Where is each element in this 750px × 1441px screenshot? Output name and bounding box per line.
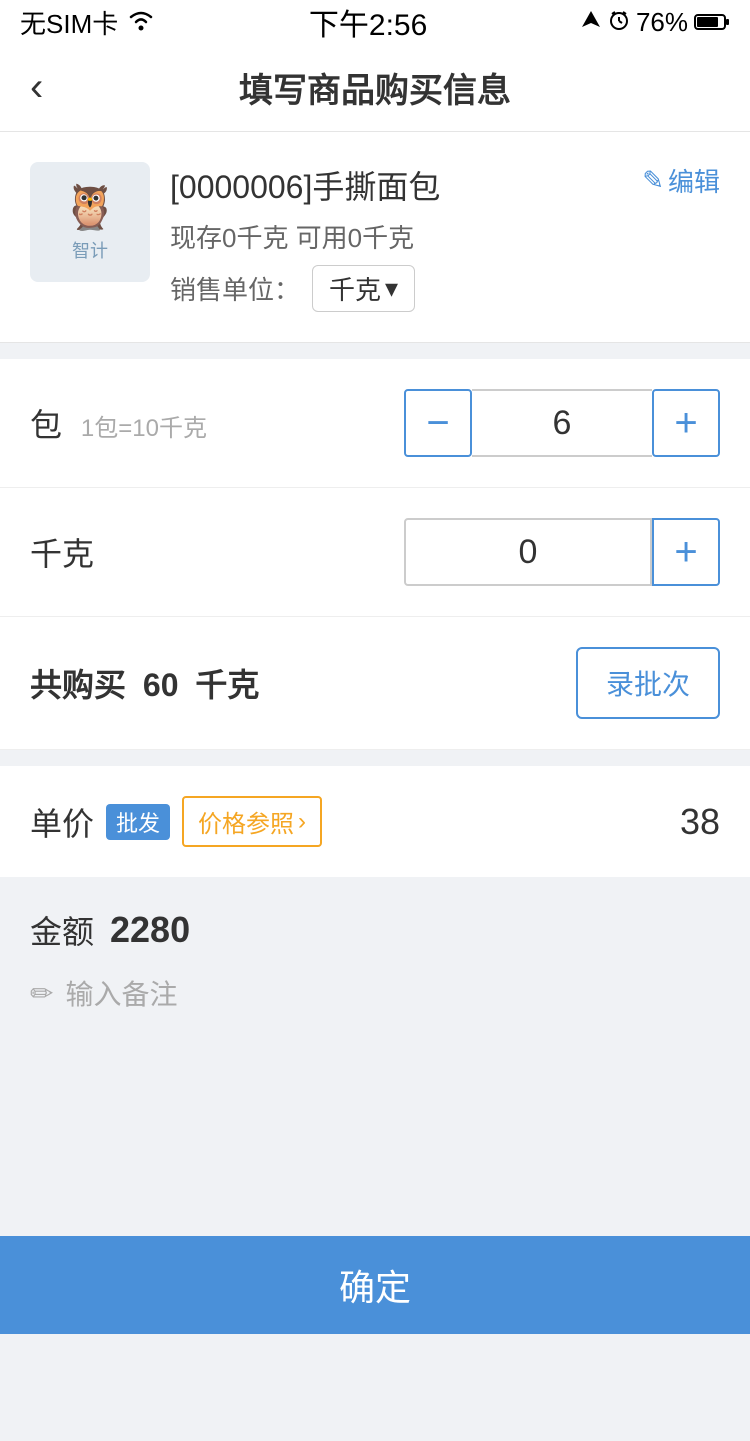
kg-label: 千克 — [30, 529, 404, 575]
kg-input-row: 千克 + — [0, 488, 750, 617]
battery-percent: 76% — [636, 7, 688, 38]
wifi-icon — [126, 7, 156, 38]
price-ref-button[interactable]: 价格参照 › — [182, 796, 322, 847]
remark-text: 输入备注 — [65, 973, 177, 1013]
product-info: [0000006]手撕面包 ✎ 编辑 现存0千克 可用0千克 销售单位： 千克 … — [170, 162, 720, 312]
status-time: 下午2:56 — [309, 0, 427, 44]
product-name-row: [0000006]手撕面包 ✎ 编辑 — [170, 162, 720, 208]
price-label: 单价 — [30, 799, 94, 845]
bag-stepper: − + — [404, 389, 720, 457]
price-label-row: 单价 批发 价格参照 › — [30, 796, 322, 847]
amount-row: 金额 2280 — [30, 907, 720, 973]
status-bar: 无SIM卡 下午2:56 — [0, 0, 750, 44]
remark-icon: ✏ — [30, 977, 53, 1010]
amount-label: 金额 — [30, 907, 94, 953]
amount-value: 2280 — [110, 909, 190, 951]
divider-2 — [0, 750, 750, 766]
kg-stepper: + — [404, 518, 720, 586]
bag-increment-button[interactable]: + — [652, 389, 720, 457]
unit-value: 千克 — [329, 270, 381, 307]
status-right: 76% — [580, 7, 730, 38]
bag-input[interactable] — [472, 389, 652, 457]
product-card: 🦉 智计 [0000006]手撕面包 ✎ 编辑 现存0千克 可用0千克 销售单位… — [0, 132, 750, 343]
price-value: 38 — [680, 801, 720, 843]
remark-row[interactable]: ✏ 输入备注 — [30, 973, 720, 1043]
alarm-icon — [608, 7, 630, 38]
price-ref-arrow-icon: › — [298, 808, 306, 836]
total-row: 共购买 60 千克 录批次 — [0, 617, 750, 750]
status-left: 无SIM卡 — [20, 4, 156, 41]
bag-label: 包 1包=10千克 — [30, 400, 404, 446]
page-title: 填写商品购买信息 — [239, 63, 511, 112]
unit-label: 销售单位： — [170, 270, 300, 307]
product-unit-row: 销售单位： 千克 ▾ — [170, 265, 720, 312]
product-thumbnail: 🦉 智计 — [30, 162, 150, 282]
bag-decrement-button[interactable]: − — [404, 389, 472, 457]
input-section: 包 1包=10千克 − + 千克 + — [0, 359, 750, 617]
price-badge: 批发 — [106, 804, 170, 840]
unit-selector[interactable]: 千克 ▾ — [312, 265, 415, 312]
back-button[interactable]: ‹ — [30, 65, 43, 110]
carrier-text: 无SIM卡 — [20, 4, 118, 41]
thumb-label: 智计 — [72, 237, 108, 263]
divider-1 — [0, 343, 750, 359]
confirm-bar[interactable]: 确定 — [0, 1236, 750, 1334]
location-icon — [580, 7, 602, 38]
nav-bar: ‹ 填写商品购买信息 — [0, 44, 750, 132]
total-text: 共购买 60 千克 — [30, 660, 259, 706]
product-stock: 现存0千克 可用0千克 — [170, 218, 720, 255]
bag-input-row: 包 1包=10千克 − + — [0, 359, 750, 488]
dropdown-icon: ▾ — [385, 273, 398, 304]
battery-icon — [694, 7, 730, 38]
kg-increment-button[interactable]: + — [652, 518, 720, 586]
price-section: 单价 批发 价格参照 › 38 — [0, 766, 750, 877]
bag-hint: 1包=10千克 — [81, 415, 207, 442]
kg-input[interactable] — [404, 518, 652, 586]
batch-button[interactable]: 录批次 — [576, 647, 720, 719]
edit-button[interactable]: ✎ 编辑 — [642, 162, 720, 199]
amount-section: 金额 2280 ✏ 输入备注 — [0, 877, 750, 1043]
edit-icon: ✎ — [642, 165, 664, 196]
product-name: [0000006]手撕面包 — [170, 162, 440, 208]
price-row: 单价 批发 价格参照 › 38 — [30, 796, 720, 847]
confirm-button-label: 确定 — [339, 1259, 411, 1311]
